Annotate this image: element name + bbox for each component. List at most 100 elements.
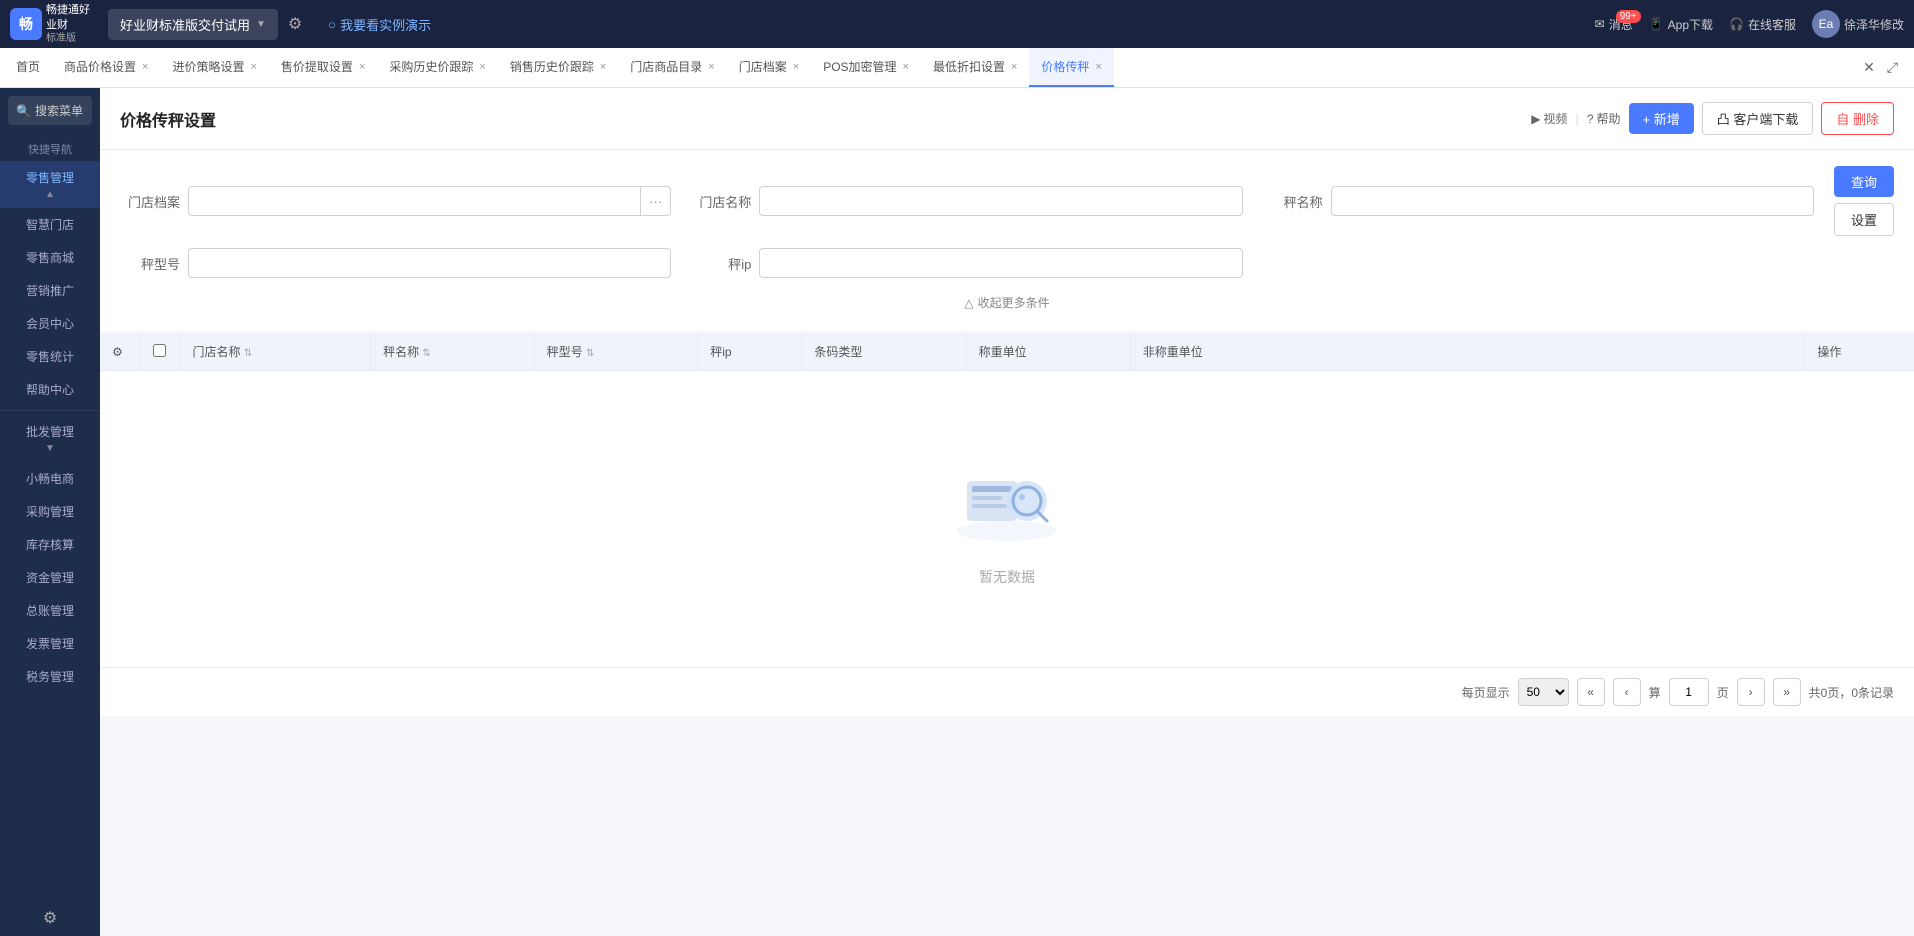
table-section: ⚙ 门店名称 ⇅ 秤名称 ⇅ xyxy=(100,333,1914,667)
pagination-bar: 每页显示 50 10 20 100 « ‹ 算 页 › » 共0页，0条记录 xyxy=(100,667,1914,716)
sidebar-nav-label: 快捷导航 xyxy=(0,137,100,161)
logo-area: 畅 畅捷通好业财 标准版 xyxy=(10,3,100,45)
message-button[interactable]: ✉ 消息 99+ xyxy=(1595,16,1633,33)
store-profile-ellipsis-button[interactable]: ··· xyxy=(641,186,671,216)
close-icon[interactable]: × xyxy=(708,61,714,73)
sidebar-search-area: 🔍 搜索菜单 xyxy=(0,88,100,133)
page-number-input[interactable] xyxy=(1669,678,1709,706)
scale-ip-input[interactable] xyxy=(759,248,1242,278)
sidebar-item-stock-settle[interactable]: 库存核算 xyxy=(0,528,100,561)
add-button[interactable]: + 新增 xyxy=(1629,103,1694,134)
sidebar-item-xiaochang-ec[interactable]: 小畅电商 xyxy=(0,462,100,495)
sort-icon: ⇅ xyxy=(586,348,594,359)
scale-name-input[interactable] xyxy=(1331,186,1814,216)
sidebar-item-purchase-manage[interactable]: 采购管理 xyxy=(0,495,100,528)
store-profile-input-group: ··· xyxy=(188,186,671,216)
top-right-actions: ✉ 消息 99+ 📱 App下载 🎧 在线客服 Ea 徐泽华修改 xyxy=(1595,10,1904,38)
scale-model-input[interactable] xyxy=(188,248,671,278)
tab-pos-manage[interactable]: POS加密管理 × xyxy=(811,48,921,87)
th-scale-ip: 秤ip xyxy=(698,333,802,371)
sidebar-item-help-center[interactable]: 帮助中心 xyxy=(0,373,100,406)
close-icon[interactable]: × xyxy=(142,61,148,73)
close-icon[interactable]: × xyxy=(1095,61,1101,73)
search-icon: 🔍 xyxy=(16,104,31,118)
total-info: 共0页，0条记录 xyxy=(1809,684,1894,701)
gear-icon[interactable]: ⚙ xyxy=(112,345,123,359)
app-download-button[interactable]: 📱 App下载 xyxy=(1649,16,1713,33)
th-barcode-type: 条码类型 xyxy=(802,333,966,371)
store-name-input[interactable] xyxy=(759,186,1242,216)
tab-min-discount[interactable]: 最低折扣设置 × xyxy=(921,48,1029,87)
sidebar-gear-button[interactable]: ⚙ xyxy=(43,908,57,928)
filter-scale-ip: 秤ip xyxy=(691,248,1242,278)
sort-icon: ⇅ xyxy=(244,348,252,359)
close-icon[interactable]: × xyxy=(793,61,799,73)
eye-icon: ○ xyxy=(328,17,336,32)
sidebar-item-invoice-manage[interactable]: 发票管理 xyxy=(0,627,100,660)
tab-store-catalog[interactable]: 门店商品目录 × xyxy=(618,48,726,87)
select-all-checkbox[interactable] xyxy=(153,344,166,357)
close-icon[interactable]: × xyxy=(903,61,909,73)
sidebar-item-retail-mall[interactable]: 零售商城 xyxy=(0,241,100,274)
tab-purchase-history[interactable]: 采购历史价跟踪 × xyxy=(377,48,497,87)
close-tab-button[interactable]: ✕ xyxy=(1859,57,1879,78)
search-menu-button[interactable]: 🔍 搜索菜单 xyxy=(8,96,92,125)
tab-bar: 首页 商品价格设置 × 进价策略设置 × 售价提取设置 × 采购历史价跟踪 × … xyxy=(0,48,1914,88)
sidebar-item-fund-manage[interactable]: 资金管理 xyxy=(0,561,100,594)
page-actions: ▶ 视频 | ? 帮助 + 新增 凸 客户端下载 自 删除 xyxy=(1531,102,1894,149)
sidebar-item-member-center[interactable]: 会员中心 xyxy=(0,307,100,340)
empty-state: 暂无数据 xyxy=(100,371,1914,667)
download-button[interactable]: 凸 客户端下载 xyxy=(1702,102,1814,135)
phone-icon: 📱 xyxy=(1649,17,1664,31)
separator: | xyxy=(1575,111,1578,126)
sidebar-item-tax-manage[interactable]: 税务管理 xyxy=(0,660,100,693)
online-service-button[interactable]: 🎧 在线客服 xyxy=(1729,16,1796,33)
settings-icon[interactable]: ⚙ xyxy=(282,8,308,40)
avatar: Ea xyxy=(1812,10,1840,38)
tab-sale-history[interactable]: 销售历史价跟踪 × xyxy=(498,48,618,87)
tab-actions: ✕ ⤢ xyxy=(1851,48,1910,87)
search-button[interactable]: 查询 xyxy=(1834,166,1894,197)
store-profile-label: 门店档案 xyxy=(120,192,180,211)
chevron-up-icon: △ xyxy=(964,296,973,310)
prev-page-button[interactable]: ‹ xyxy=(1613,678,1641,706)
close-icon[interactable]: × xyxy=(359,61,365,73)
close-icon[interactable]: × xyxy=(1011,61,1017,73)
expand-tab-button[interactable]: ⤢ xyxy=(1883,57,1902,78)
store-profile-input[interactable] xyxy=(188,186,641,216)
sort-icon: ⇅ xyxy=(422,348,430,359)
close-icon[interactable]: × xyxy=(250,61,256,73)
delete-button[interactable]: 自 删除 xyxy=(1821,102,1894,135)
first-page-button[interactable]: « xyxy=(1577,678,1605,706)
th-non-weight-unit: 非称重单位 xyxy=(1130,333,1805,371)
close-icon[interactable]: × xyxy=(479,61,485,73)
tab-home[interactable]: 首页 xyxy=(4,48,52,87)
filter-settings-button[interactable]: 设置 xyxy=(1834,203,1894,236)
th-scale-model: 秤型号 ⇅ xyxy=(534,333,698,371)
demo-button[interactable]: ○ 我要看实例演示 xyxy=(318,9,441,40)
next-page-button[interactable]: › xyxy=(1737,678,1765,706)
help-button[interactable]: ? 帮助 xyxy=(1587,110,1621,127)
sidebar-item-retail-stats[interactable]: 零售统计 xyxy=(0,340,100,373)
collapse-button[interactable]: △ 收起更多条件 xyxy=(964,294,1049,311)
tab-price-scale[interactable]: 价格传秤 × xyxy=(1029,48,1113,87)
per-page-select[interactable]: 50 10 20 100 xyxy=(1518,678,1569,706)
close-icon[interactable]: × xyxy=(600,61,606,73)
video-button[interactable]: ▶ 视频 xyxy=(1531,110,1567,127)
sidebar-item-smart-store[interactable]: 智慧门店 xyxy=(0,208,100,241)
sidebar-item-retail-manage[interactable]: 零售管理 ▲ xyxy=(0,161,100,208)
user-menu[interactable]: Ea 徐泽华修改 xyxy=(1812,10,1904,38)
sidebar-item-general-ledger[interactable]: 总账管理 xyxy=(0,594,100,627)
main-layout: 🔍 搜索菜单 快捷导航 零售管理 ▲ 智慧门店 零售商城 营销推广 会员中心 xyxy=(0,88,1914,936)
tab-sale-price[interactable]: 售价提取设置 × xyxy=(269,48,377,87)
version-selector[interactable]: 好业财标准版交付试用 ▼ xyxy=(108,9,278,40)
sidebar-item-wholesale-manage[interactable]: 批发管理 ▼ xyxy=(0,415,100,462)
last-page-button[interactable]: » xyxy=(1773,678,1801,706)
chevron-down-icon: ▼ xyxy=(256,19,266,30)
tab-store-profile[interactable]: 门店档案 × xyxy=(727,48,811,87)
message-icon: ✉ xyxy=(1595,17,1605,31)
content-area: 价格传秤设置 ▶ 视频 | ? 帮助 + 新增 凸 客户端下载 自 xyxy=(100,88,1914,936)
tab-purchase-strategy[interactable]: 进价策略设置 × xyxy=(160,48,268,87)
tab-goods-price[interactable]: 商品价格设置 × xyxy=(52,48,160,87)
sidebar-item-marketing[interactable]: 营销推广 xyxy=(0,274,100,307)
